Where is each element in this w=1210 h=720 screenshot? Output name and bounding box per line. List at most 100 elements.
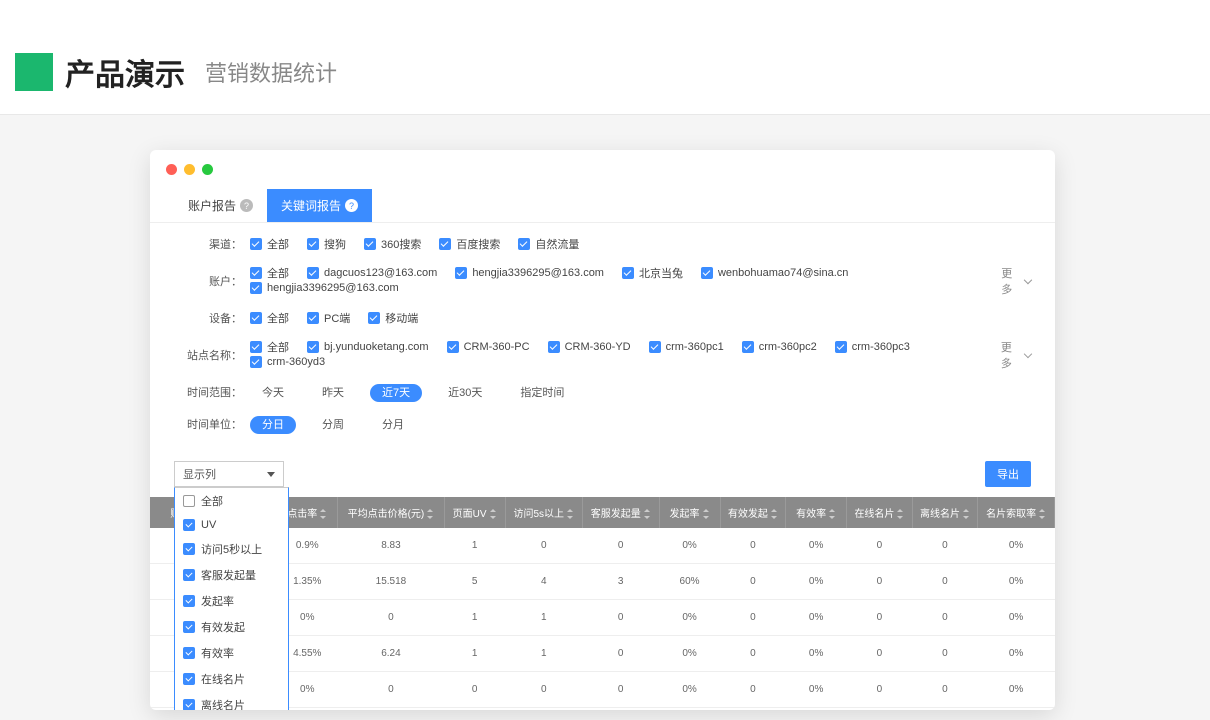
cell: 0 [505,672,582,708]
report-tabs: 账户报告 ? 关键词报告 ? [150,189,1055,223]
pill-今天[interactable]: 今天 [250,384,296,402]
option-label: 客服发起量 [201,567,256,583]
checkbox-360搜索[interactable]: 360搜索 [364,236,421,252]
column-option-访问5秒以上[interactable]: 访问5秒以上 [175,536,288,562]
pill-近7天[interactable]: 近7天 [370,384,422,402]
cell: 0 [912,600,978,636]
column-selector: 显示列 全部UV访问5秒以上客服发起量发起率有效发起有效率在线名片离线名片名片索… [174,461,284,487]
checkbox-icon [368,312,380,324]
checkbox-移动端[interactable]: 移动端 [368,310,418,326]
cell: 0 [444,672,505,708]
cell: 60% [659,564,720,600]
more-link[interactable]: 更多 [1001,339,1031,371]
filter-label: 渠道： [174,236,242,252]
cell: 0 [720,672,786,708]
pill-分月[interactable]: 分月 [370,416,416,434]
col-header[interactable]: 离线名片 [912,497,978,528]
tab-keyword-report[interactable]: 关键词报告 ? [267,189,372,222]
pill-分周[interactable]: 分周 [310,416,356,434]
col-header[interactable]: 名片索取率 [978,497,1055,528]
pill-近30天[interactable]: 近30天 [436,384,494,402]
checkbox-百度搜索[interactable]: 百度搜索 [439,236,500,252]
checkbox-icon [307,312,319,324]
checkbox-crm-360pc1[interactable]: crm-360pc1 [649,341,724,353]
checkbox-label: crm-360pc3 [852,341,910,353]
checkbox-全部[interactable]: 全部 [250,310,289,326]
export-button[interactable]: 导出 [985,461,1031,487]
col-header[interactable]: 访问5s以上 [505,497,582,528]
help-icon[interactable]: ? [240,199,253,212]
col-header[interactable]: 客服发起量 [582,497,659,528]
column-option-UV[interactable]: UV [175,514,288,536]
sort-icon [770,509,778,519]
checkbox-全部[interactable]: 全部 [250,339,289,355]
checkbox-label: crm-360pc2 [759,341,817,353]
checkbox-dagcuos123@163.com[interactable]: dagcuos123@163.com [307,267,437,279]
option-label: 在线名片 [201,671,245,687]
pill-分日[interactable]: 分日 [250,416,296,434]
cell: 0% [786,636,847,672]
cell: 0 [720,528,786,564]
cell: 0% [978,636,1055,672]
checkbox-全部[interactable]: 全部 [250,265,289,281]
checkbox-搜狗[interactable]: 搜狗 [307,236,346,252]
page-title: 产品演示 [65,50,185,94]
checkbox-CRM-360-YD[interactable]: CRM-360-YD [548,341,631,353]
minimize-icon[interactable] [184,164,195,175]
app-window: 账户报告 ? 关键词报告 ? 渠道： 全部搜狗360搜索百度搜索自然流量 账户：… [150,150,1055,710]
checkbox-icon [250,267,262,279]
filter-channel: 渠道： 全部 搜狗 360搜索 百度搜索 自然流量 [174,233,1031,255]
cell: 0% [786,528,847,564]
close-icon[interactable] [166,164,177,175]
checkbox-CRM-360-PC[interactable]: CRM-360-PC [447,341,530,353]
checkbox-crm-360yd3[interactable]: crm-360yd3 [250,356,325,368]
help-icon[interactable]: ? [345,199,358,212]
column-option-发起率[interactable]: 发起率 [175,588,288,614]
tab-account-report[interactable]: 账户报告 ? [174,189,267,222]
checkbox-wenbohuamao74@sina.cn[interactable]: wenbohuamao74@sina.cn [701,267,848,279]
col-header[interactable]: 页面UV [444,497,505,528]
cell: 0 [720,636,786,672]
col-header[interactable]: 在线名片 [847,497,913,528]
cell: 0% [659,600,720,636]
column-option-客服发起量[interactable]: 客服发起量 [175,562,288,588]
col-header[interactable]: 有效发起 [720,497,786,528]
column-select-button[interactable]: 显示列 [174,461,284,487]
pill-指定时间[interactable]: 指定时间 [508,384,576,402]
pill-昨天[interactable]: 昨天 [310,384,356,402]
col-header[interactable]: 平均点击价格(元) [338,497,444,528]
column-option-全部[interactable]: 全部 [175,488,288,514]
caret-down-icon [267,472,275,477]
col-header[interactable]: 有效率 [786,497,847,528]
column-option-离线名片[interactable]: 离线名片 [175,692,288,710]
checkbox-crm-360pc3[interactable]: crm-360pc3 [835,341,910,353]
checkbox-全部[interactable]: 全部 [250,236,289,252]
checkbox-icon [307,267,319,279]
filter-device: 设备： 全部PC端移动端 [174,307,1031,329]
checkbox-icon [183,673,195,685]
cell: 1 [505,600,582,636]
checkbox-PC端[interactable]: PC端 [307,310,350,326]
sort-icon [489,509,497,519]
filter-label: 时间单位： [174,416,242,432]
checkbox-自然流量[interactable]: 自然流量 [518,236,579,252]
checkbox-icon [183,569,195,581]
checkbox-北京当兔[interactable]: 北京当兔 [622,265,683,281]
column-dropdown: 全部UV访问5秒以上客服发起量发起率有效发起有效率在线名片离线名片名片索取率有效… [174,487,289,710]
checkbox-crm-360pc2[interactable]: crm-360pc2 [742,341,817,353]
checkbox-icon [447,341,459,353]
column-option-有效率[interactable]: 有效率 [175,640,288,666]
col-header[interactable]: 发起率 [659,497,720,528]
checkbox-label: hengjia3396295@163.com [267,282,399,294]
column-option-在线名片[interactable]: 在线名片 [175,666,288,692]
checkbox-bj.yunduoketang.com[interactable]: bj.yunduoketang.com [307,341,429,353]
cell: 0 [847,636,913,672]
more-link[interactable]: 更多 [1001,265,1031,297]
checkbox-icon [183,647,195,659]
maximize-icon[interactable] [202,164,213,175]
column-option-有效发起[interactable]: 有效发起 [175,614,288,640]
checkbox-hengjia3396295@163.com[interactable]: hengjia3396295@163.com [455,267,604,279]
checkbox-hengjia3396295@163.com[interactable]: hengjia3396295@163.com [250,282,399,294]
cell: 1 [444,528,505,564]
checkbox-label: crm-360pc1 [666,341,724,353]
